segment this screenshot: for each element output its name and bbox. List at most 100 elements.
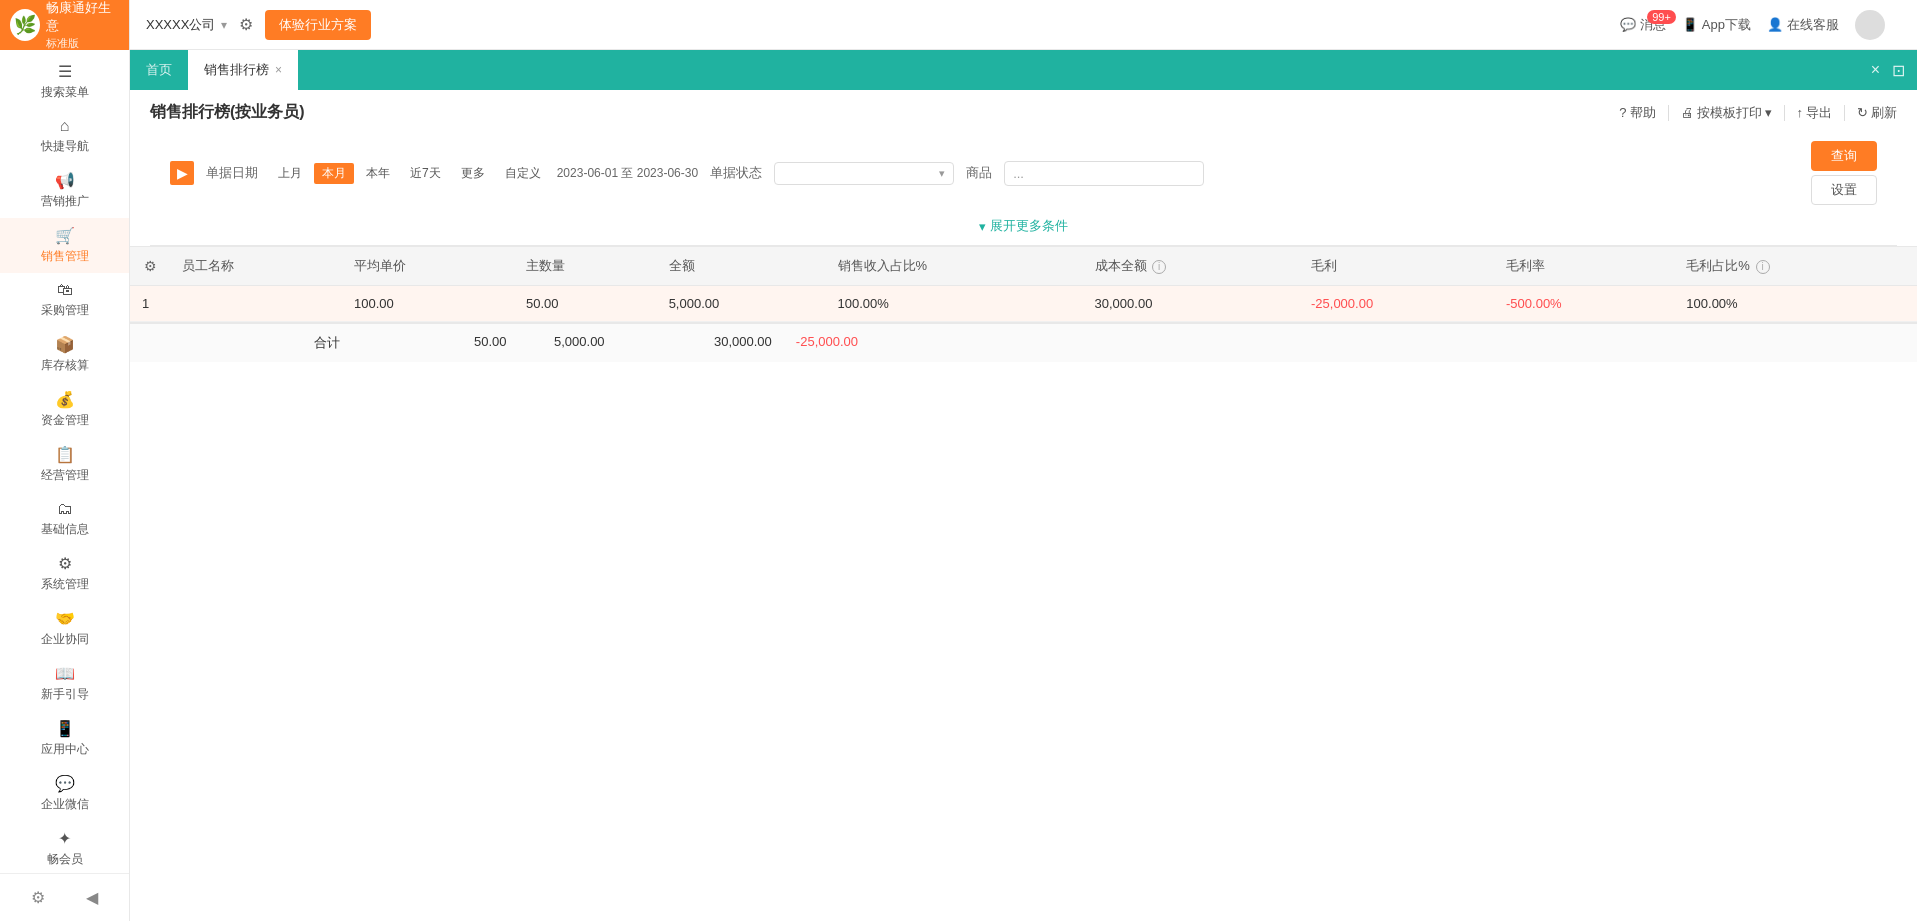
footer-profit: -25,000.00 xyxy=(784,334,870,352)
sidebar-label-ops-mgmt: 经营管理 xyxy=(41,467,89,484)
goods-placeholder: ... xyxy=(1013,166,1024,181)
footer-profit-pct xyxy=(950,334,1030,352)
date-tab-7days[interactable]: 近7天 xyxy=(402,163,449,184)
goods-label: 商品 xyxy=(966,164,992,182)
sidebar-label-member: 畅会员 xyxy=(47,851,83,868)
company-selector[interactable]: XXXXX公司 ▾ xyxy=(146,16,227,34)
message-button[interactable]: 💬 消息 99+ xyxy=(1620,16,1666,34)
sidebar-item-basic-info[interactable]: 🗂基础信息 xyxy=(0,492,129,546)
sidebar-item-quick-nav[interactable]: ⌂快捷导航 xyxy=(0,109,129,163)
table-body: 1100.0050.005,000.00100.00%30,000.00-25,… xyxy=(130,286,1917,322)
sidebar-label-finance: 资金管理 xyxy=(41,412,89,429)
window-max-icon[interactable]: ⊡ xyxy=(1892,61,1905,80)
filter-bar: ▶ 单据日期 上月 本月 本年 近7天 更多 自定义 2023-06-01 至 … xyxy=(150,131,1897,246)
col-profit-rate: 毛利率 xyxy=(1494,247,1674,286)
tab-home[interactable]: 首页 xyxy=(130,50,188,90)
sidebar-label-marketing: 营销推广 xyxy=(41,193,89,210)
sidebar-item-enterprise-coop[interactable]: 🤝企业协同 xyxy=(0,601,129,656)
sidebar-item-newbie-guide[interactable]: 📖新手引导 xyxy=(0,656,129,711)
content-area: 销售排行榜(按业务员) ? 帮助 🖨 按模板打印 ▾ ↑ xyxy=(130,90,1917,921)
col-amount: 全额 xyxy=(657,247,826,286)
sidebar-icon-system-mgmt: ⚙ xyxy=(58,554,72,573)
table-cell-4: 5,000.00 xyxy=(657,286,826,322)
sidebar-item-finance[interactable]: 💰资金管理 xyxy=(0,382,129,437)
tab-sales-ranking[interactable]: 销售排行榜 × xyxy=(188,50,298,90)
date-range-text: 2023-06-01 至 2023-06-30 xyxy=(557,165,698,182)
table-cell-9: 100.00% xyxy=(1674,286,1917,322)
date-tab-current-month[interactable]: 本月 xyxy=(314,163,354,184)
footer-total-label: 合计 xyxy=(302,334,382,352)
print-chevron-icon: ▾ xyxy=(1765,105,1772,120)
topbar-right: 💬 消息 99+ 📱 App下载 👤 在线客服 xyxy=(1620,10,1901,40)
expand-more-button[interactable]: ▾ 展开更多条件 xyxy=(979,217,1068,235)
page-title: 销售排行榜(按业务员) xyxy=(150,102,305,123)
trial-button[interactable]: 体验行业方案 xyxy=(265,10,371,40)
date-tab-prev-month[interactable]: 上月 xyxy=(270,163,310,184)
export-button[interactable]: ↑ 导出 xyxy=(1797,104,1833,122)
goods-input[interactable]: ... xyxy=(1004,161,1204,186)
sidebar-label-inventory: 库存核算 xyxy=(41,357,89,374)
sidebar-item-search-orders[interactable]: ☰搜索菜单 xyxy=(0,54,129,109)
avatar[interactable] xyxy=(1855,10,1885,40)
sidebar-item-ops-mgmt[interactable]: 📋经营管理 xyxy=(0,437,129,492)
sidebar-icon-basic-info: 🗂 xyxy=(57,500,73,518)
filter-collapse-button[interactable]: ▶ xyxy=(170,161,194,185)
footer-main-qty: 50.00 xyxy=(462,334,542,352)
app-download-button[interactable]: 📱 App下载 xyxy=(1682,16,1751,34)
filter-row-1: ▶ 单据日期 上月 本月 本年 近7天 更多 自定义 2023-06-01 至 … xyxy=(170,141,1877,205)
tab-close-icon[interactable]: × xyxy=(275,63,282,77)
page-header: 销售排行榜(按业务员) ? 帮助 🖨 按模板打印 ▾ ↑ xyxy=(130,90,1917,247)
table-header-row: ⚙ 员工名称 平均单价 主数量 全额 销售收入占比% 成本全额 i 毛利 毛利率 xyxy=(130,247,1917,286)
sidebar-item-app-center[interactable]: 📱应用中心 xyxy=(0,711,129,766)
setting-button[interactable]: 设置 xyxy=(1811,175,1877,205)
sidebar-item-purchase-mgmt[interactable]: 🛍采购管理 xyxy=(0,273,129,327)
table-cell-5: 100.00% xyxy=(826,286,1083,322)
topbar-settings-icon[interactable]: ⚙ xyxy=(239,15,253,34)
topbar: XXXXX公司 ▾ ⚙ 体验行业方案 💬 消息 99+ 📱 App下载 👤 在线… xyxy=(130,0,1917,50)
table-cell-7: -25,000.00 xyxy=(1299,286,1494,322)
settings-icon[interactable]: ⚙ xyxy=(31,888,45,907)
table-cell-0: 1 xyxy=(130,286,170,322)
col-cost: 成本全额 i xyxy=(1083,247,1299,286)
sidebar-item-member[interactable]: ✦畅会员 xyxy=(0,821,129,873)
sidebar-item-system-mgmt[interactable]: ⚙系统管理 xyxy=(0,546,129,601)
sidebar-label-newbie-guide: 新手引导 xyxy=(41,686,89,703)
company-chevron-icon: ▾ xyxy=(221,18,227,32)
table-area: ⚙ 员工名称 平均单价 主数量 全额 销售收入占比% 成本全额 i 毛利 毛利率 xyxy=(130,247,1917,921)
sidebar-icon-marketing: 📢 xyxy=(55,171,75,190)
sidebar-item-sales-mgmt[interactable]: 🛒 销售管理 xyxy=(0,218,129,273)
collapse-icon[interactable]: ◀ xyxy=(86,888,98,907)
sidebar-icon-search-orders: ☰ xyxy=(58,62,72,81)
divider xyxy=(1668,105,1669,121)
sidebar-item-marketing[interactable]: 📢 营销推广 xyxy=(0,163,129,218)
date-tab-more[interactable]: 更多 xyxy=(453,163,493,184)
date-tab-current-year[interactable]: 本年 xyxy=(358,163,398,184)
query-button[interactable]: 查询 xyxy=(1811,141,1877,171)
sidebar-label-sales-mgmt: 销售管理 xyxy=(41,248,89,265)
sidebar-icon-enterprise-coop: 🤝 xyxy=(55,609,75,628)
date-tab-custom[interactable]: 自定义 xyxy=(497,163,549,184)
profit-pct-info-icon[interactable]: i xyxy=(1756,260,1770,274)
page-actions: ? 帮助 🖨 按模板打印 ▾ ↑ 导出 xyxy=(1619,104,1897,122)
status-select[interactable]: ▾ xyxy=(774,162,954,185)
col-settings[interactable]: ⚙ xyxy=(130,247,170,286)
print-button[interactable]: 🖨 按模板打印 ▾ xyxy=(1681,104,1772,122)
table-cell-2: 100.00 xyxy=(342,286,514,322)
expand-icon: ▾ xyxy=(979,219,986,234)
help-button[interactable]: ? 帮助 xyxy=(1619,104,1655,122)
refresh-icon: ↻ xyxy=(1857,105,1868,120)
online-service-button[interactable]: 👤 在线客服 xyxy=(1767,16,1839,34)
cost-info-icon[interactable]: i xyxy=(1152,260,1166,274)
sidebar-item-enterprise-wechat[interactable]: 💬企业微信 xyxy=(0,766,129,821)
window-close-icon[interactable]: × xyxy=(1871,61,1880,79)
refresh-button[interactable]: ↻ 刷新 xyxy=(1857,104,1897,122)
date-label: 单据日期 xyxy=(206,164,258,182)
sidebar-icon-sales-mgmt: 🛒 xyxy=(55,226,75,245)
sidebar-item-inventory[interactable]: 📦库存核算 xyxy=(0,327,129,382)
service-icon: 👤 xyxy=(1767,17,1783,32)
column-settings-icon[interactable]: ⚙ xyxy=(144,258,157,274)
col-profit: 毛利 xyxy=(1299,247,1494,286)
app-icon: 📱 xyxy=(1682,17,1698,32)
data-table: ⚙ 员工名称 平均单价 主数量 全额 销售收入占比% 成本全额 i 毛利 毛利率 xyxy=(130,247,1917,322)
col-main-qty: 主数量 xyxy=(514,247,657,286)
